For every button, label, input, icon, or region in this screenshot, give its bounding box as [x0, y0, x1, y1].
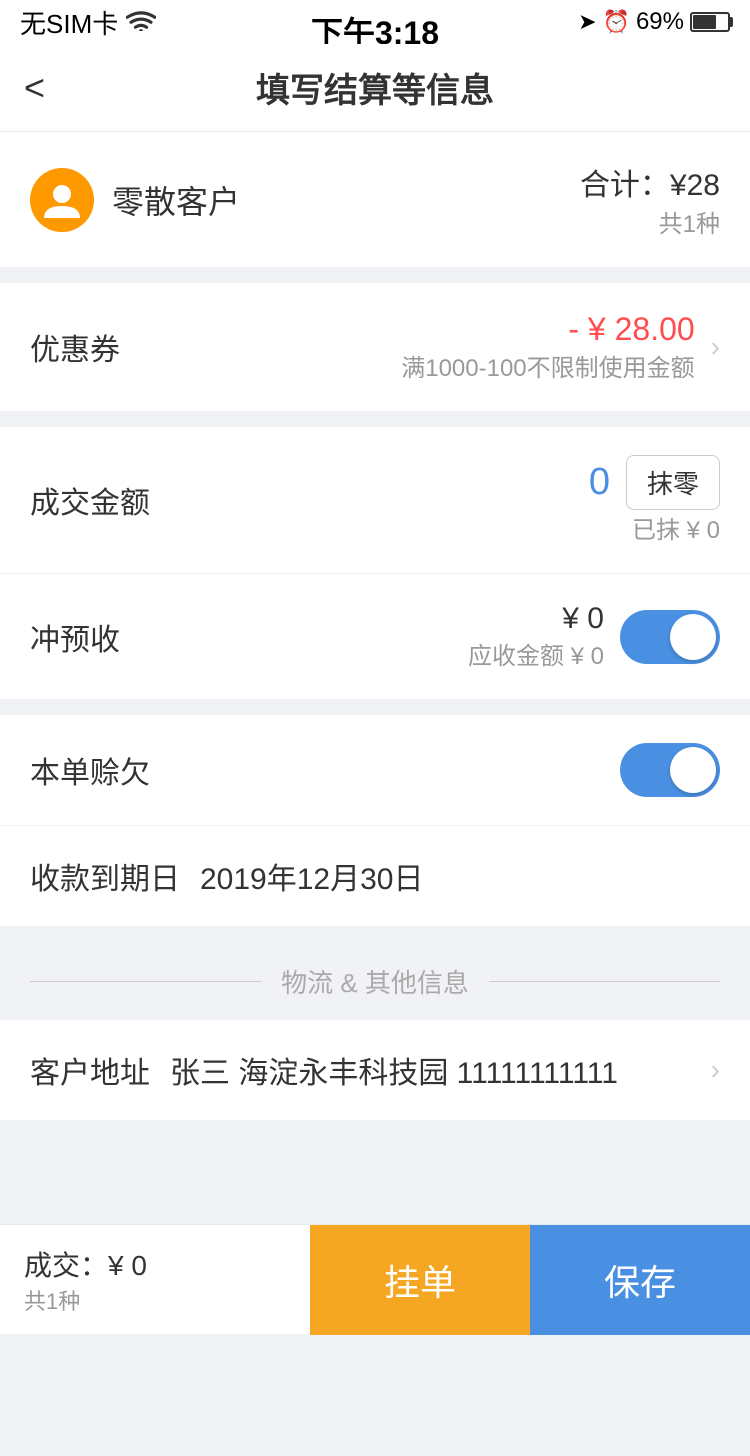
coupon-right: - ¥ 28.00 满1000-100不限制使用金额 › — [401, 311, 720, 383]
due-date-row: 收款到期日 2019年12月30日 — [0, 826, 750, 927]
coupon-label: 优惠券 — [30, 325, 120, 369]
credit-right — [620, 743, 720, 797]
coupon-chevron-icon: › — [711, 331, 720, 363]
credit-section: 本单赊欠 收款到期日 2019年12月30日 — [0, 715, 750, 927]
due-date-value[interactable]: 2019年12月30日 — [200, 854, 423, 898]
page-title: 填写结算等信息 — [256, 63, 494, 112]
customer-left: 零散客户 — [30, 168, 240, 232]
credit-toggle[interactable] — [620, 743, 720, 797]
address-left: 客户地址 张三 海淀永丰科技园 11111111111 — [30, 1048, 618, 1092]
person-icon — [42, 180, 82, 220]
due-date-label: 收款到期日 — [30, 854, 180, 898]
customer-row: 零散客户 合计：¥28 共1种 — [0, 132, 750, 267]
deal-value[interactable]: 0 — [570, 461, 610, 504]
location-icon: ➤ — [578, 9, 596, 35]
prepay-toggle[interactable] — [620, 610, 720, 664]
coupon-desc: 满1000-100不限制使用金额 — [401, 348, 694, 383]
prepay-toggle-knob — [670, 614, 716, 660]
deal-right-col: 0 抹零 已抹 ¥ 0 — [570, 455, 720, 545]
bottom-deal-value: ¥ 0 — [108, 1250, 147, 1281]
prepay-right: ¥ 0 应收金额 ¥ 0 — [468, 602, 720, 671]
address-section: 客户地址 张三 海淀永丰科技园 11111111111 › — [0, 1020, 750, 1120]
prepay-row: 冲预收 ¥ 0 应收金额 ¥ 0 — [0, 574, 750, 699]
address-value: 张三 海淀永丰科技园 11111111111 — [170, 1048, 618, 1092]
deal-label: 成交金额 — [30, 478, 150, 522]
hang-button[interactable]: 挂单 — [310, 1225, 530, 1335]
divider-line-left — [30, 981, 261, 982]
status-left: 无SIM卡 — [20, 4, 156, 41]
divider-line-right — [489, 981, 720, 982]
coupon-section: 优惠券 - ¥ 28.00 满1000-100不限制使用金额 › — [0, 283, 750, 411]
bottom-bar: 成交：¥ 0 共1种 挂单 保存 — [0, 1224, 750, 1334]
prepay-sub: 应收金额 ¥ 0 — [468, 636, 604, 671]
deal-section: 成交金额 0 抹零 已抹 ¥ 0 冲预收 ¥ 0 应收金额 ¥ 0 — [0, 427, 750, 699]
battery-percent: 69% — [636, 8, 684, 36]
deal-right: 0 抹零 已抹 ¥ 0 — [570, 455, 720, 545]
coupon-row[interactable]: 优惠券 - ¥ 28.00 满1000-100不限制使用金额 › — [0, 283, 750, 411]
customer-count: 共1种 — [580, 204, 720, 239]
nav-bar: < 填写结算等信息 — [0, 44, 750, 132]
bottom-info: 成交：¥ 0 共1种 — [0, 1244, 310, 1316]
back-button[interactable]: < — [24, 67, 45, 109]
status-right: ➤ ⏰ 69% — [578, 8, 730, 36]
address-label: 客户地址 — [30, 1048, 150, 1092]
customer-name: 零散客户 — [112, 177, 240, 223]
deal-sub: 已抹 ¥ 0 — [570, 510, 720, 545]
bottom-deal-label: 成交： — [24, 1250, 108, 1281]
deal-row: 成交金额 0 抹零 已抹 ¥ 0 — [0, 427, 750, 574]
coupon-right-col: - ¥ 28.00 满1000-100不限制使用金额 — [401, 311, 694, 383]
save-button[interactable]: 保存 — [530, 1225, 750, 1335]
no-sim-label: 无SIM卡 — [20, 4, 118, 41]
status-bar: 无SIM卡 下午3:18 ➤ ⏰ 69% — [0, 0, 750, 44]
logistics-divider: 物流 & 其他信息 — [0, 943, 750, 1020]
logistics-label: 物流 & 其他信息 — [281, 963, 469, 1000]
bottom-deal: 成交：¥ 0 — [24, 1244, 286, 1284]
prepay-value: ¥ 0 — [468, 602, 604, 636]
prepay-label: 冲预收 — [30, 615, 120, 659]
address-chevron-icon: › — [711, 1054, 720, 1086]
alarm-icon: ⏰ — [603, 9, 630, 35]
credit-toggle-knob — [670, 747, 716, 793]
address-row[interactable]: 客户地址 张三 海淀永丰科技园 11111111111 › — [0, 1020, 750, 1120]
coupon-amount: - ¥ 28.00 — [401, 311, 694, 348]
credit-label: 本单赊欠 — [30, 748, 150, 792]
round-zero-button[interactable]: 抹零 — [626, 455, 720, 510]
bottom-count: 共1种 — [24, 1284, 286, 1316]
customer-total: 合计：¥28 — [580, 160, 720, 204]
customer-right: 合计：¥28 共1种 — [580, 160, 720, 239]
wifi-icon — [126, 7, 156, 38]
credit-row: 本单赊欠 — [0, 715, 750, 826]
prepay-right-col: ¥ 0 应收金额 ¥ 0 — [468, 602, 604, 671]
customer-avatar — [30, 168, 94, 232]
battery-icon — [690, 12, 730, 32]
